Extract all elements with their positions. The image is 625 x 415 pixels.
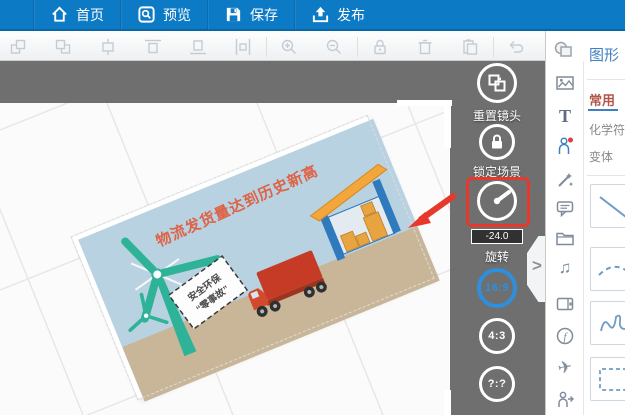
- menu-home-label: 首页: [76, 5, 104, 25]
- right-panel: T ♫ f ✈ 图形 常用 化学符号 变体: [545, 31, 625, 415]
- zoom-out-icon[interactable]: [325, 38, 343, 56]
- ratio-custom-label: ?:?: [488, 378, 507, 390]
- tab-underline: [588, 109, 618, 111]
- image-icon[interactable]: [555, 73, 575, 93]
- paste-icon[interactable]: [461, 38, 479, 56]
- category-variants[interactable]: 变体: [589, 148, 613, 165]
- viewport-overlay-top: [0, 61, 545, 103]
- airplane-icon[interactable]: ✈: [553, 356, 576, 379]
- folder-icon[interactable]: [555, 228, 575, 248]
- distribute-icon[interactable]: [234, 38, 252, 56]
- preview-icon: [137, 5, 156, 24]
- video-icon[interactable]: [555, 294, 575, 314]
- shape-preview-scribble[interactable]: [590, 301, 625, 345]
- shape-preview-dashed-rect[interactable]: [590, 357, 625, 401]
- align-center-icon[interactable]: [99, 38, 117, 56]
- frame-corner-bottom: [444, 390, 451, 415]
- top-menubar: 首页 预览 保存 发布: [0, 0, 625, 31]
- menu-preview-label: 预览: [163, 5, 191, 25]
- ratio-4-3-label: 4:3: [488, 330, 505, 342]
- callout-icon[interactable]: [555, 198, 575, 218]
- app-window: 首页 预览 保存 发布: [0, 0, 625, 415]
- red-highlight-box: [466, 177, 530, 227]
- menu-home[interactable]: 首页: [33, 0, 120, 30]
- flash-icon[interactable]: f: [555, 326, 575, 346]
- edit-toolbar: [0, 33, 545, 61]
- shapes-icon[interactable]: [553, 39, 575, 61]
- shape-preview-line[interactable]: [590, 184, 625, 228]
- lock-icon[interactable]: [371, 38, 389, 56]
- ratio-16-9-label: 16:9: [485, 282, 509, 294]
- effects-icon[interactable]: [555, 170, 575, 190]
- rotation-value-tooltip: -24.0: [471, 229, 523, 244]
- frame-corner-right: [444, 100, 451, 148]
- home-icon: [50, 5, 69, 24]
- reset-camera-icon: [487, 73, 507, 93]
- ratio-16-9-button[interactable]: 16:9: [477, 268, 517, 308]
- shape-preview-dashed-arc[interactable]: [590, 247, 625, 291]
- shapes-panel: 图形 常用 化学符号 变体: [585, 31, 625, 415]
- toolbar-separator: [493, 37, 494, 57]
- undo-icon[interactable]: [507, 38, 525, 56]
- music-icon[interactable]: ♫: [555, 258, 575, 278]
- chevron-right-icon: >: [532, 256, 542, 276]
- character-icon[interactable]: [555, 136, 575, 156]
- ratio-4-3-button[interactable]: 4:3: [479, 318, 515, 354]
- ratio-custom-button[interactable]: ?:?: [479, 366, 515, 402]
- svg-text:f: f: [563, 331, 568, 343]
- delete-icon[interactable]: [416, 38, 434, 56]
- menu-preview[interactable]: 预览: [120, 0, 207, 30]
- tab-common[interactable]: 常用: [589, 90, 615, 109]
- entrance-action-icon[interactable]: [555, 390, 575, 410]
- menu-save-label: 保存: [250, 5, 278, 25]
- toolbar-separator: [266, 37, 267, 57]
- align-bottom-icon[interactable]: [189, 38, 207, 56]
- tool-icon-column: T ♫ f ✈: [546, 61, 584, 415]
- divider: [587, 79, 625, 80]
- category-chemistry[interactable]: 化学符号: [589, 121, 625, 138]
- reset-camera-button[interactable]: [477, 63, 517, 103]
- menu-save[interactable]: 保存: [207, 0, 294, 30]
- panel-title: 图形: [589, 44, 619, 65]
- menu-publish-label: 发布: [337, 5, 365, 25]
- align-top-icon[interactable]: [144, 38, 162, 56]
- bring-forward-icon[interactable]: [9, 38, 27, 56]
- publish-icon: [311, 5, 330, 24]
- toolbar-separator: [357, 37, 358, 57]
- lock-scene-icon: [488, 133, 506, 151]
- lock-scene-button[interactable]: [479, 124, 515, 160]
- divider: [587, 175, 625, 176]
- send-backward-icon[interactable]: [54, 38, 72, 56]
- zoom-in-icon[interactable]: [280, 38, 298, 56]
- save-icon: [224, 5, 243, 24]
- reset-camera-label: 重置镜头: [452, 107, 542, 124]
- menu-publish[interactable]: 发布: [294, 0, 381, 30]
- red-annotation-arrow: [400, 185, 470, 235]
- text-tool-icon[interactable]: T: [555, 106, 575, 126]
